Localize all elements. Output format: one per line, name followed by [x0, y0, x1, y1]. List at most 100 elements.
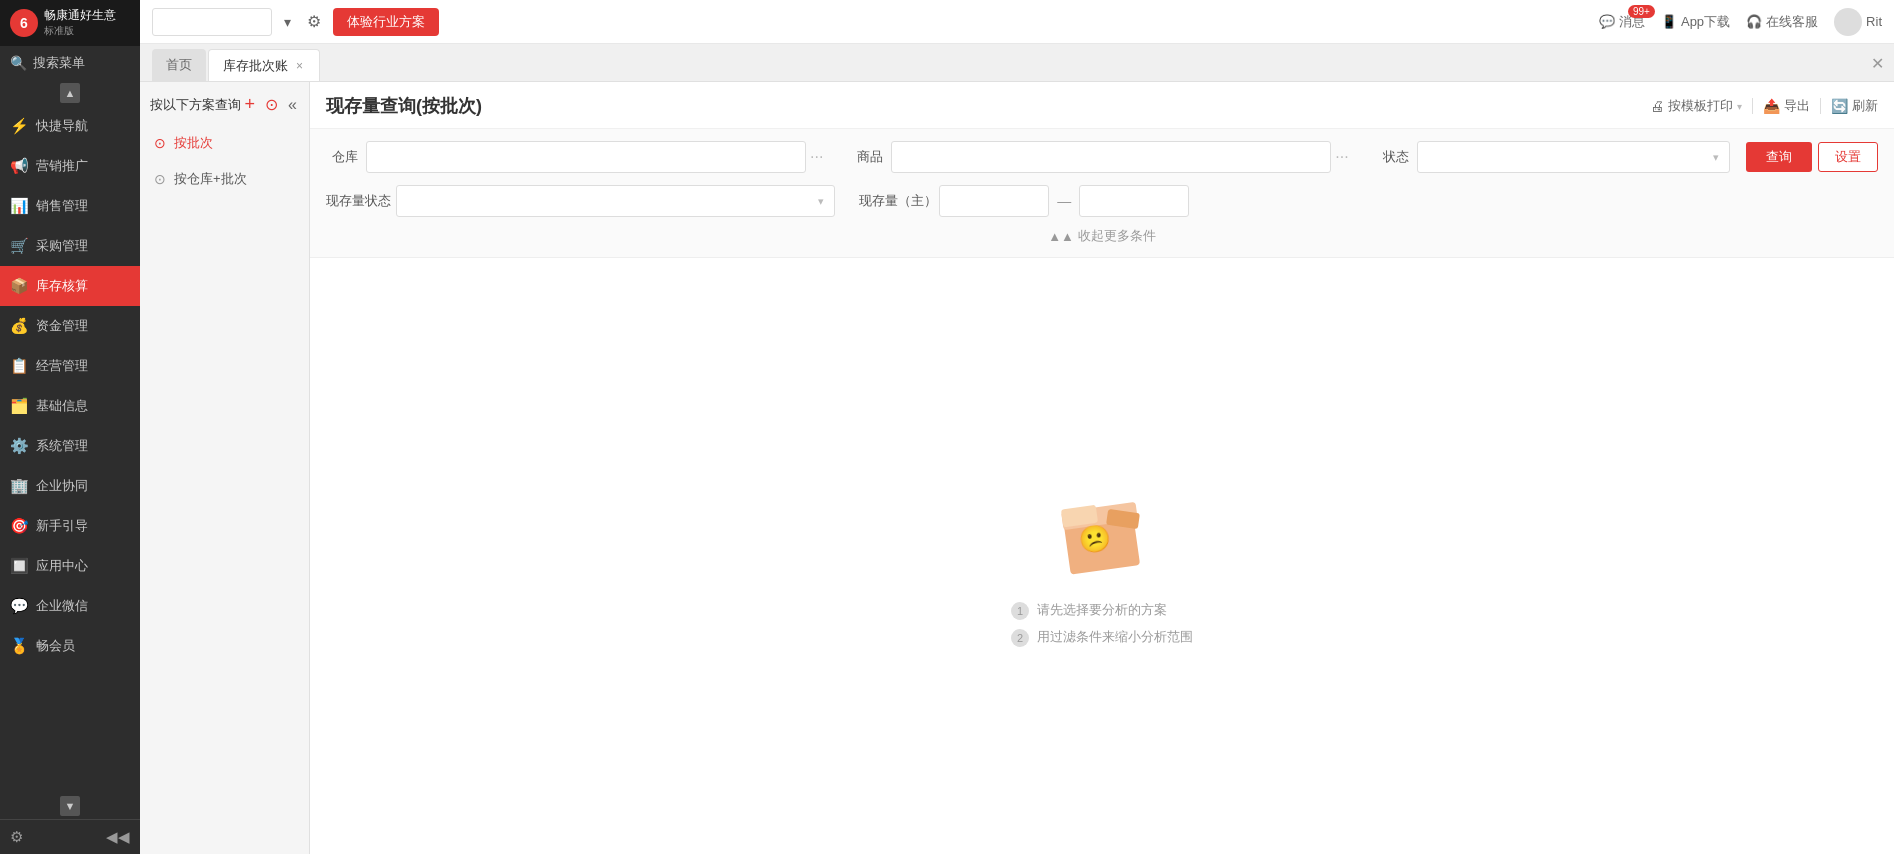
collapse-panel-btn[interactable]: « — [286, 94, 299, 116]
refresh-btn[interactable]: 🔄 刷新 — [1831, 97, 1878, 115]
app-title: 畅康通好生意 — [44, 8, 116, 24]
scheme-settings-btn[interactable]: ⊙ — [263, 93, 280, 116]
system-icon: ⚙️ — [10, 437, 28, 455]
left-panel-header: 按以下方案查询 + ⊙ « — [140, 82, 309, 125]
add-scheme-btn[interactable]: + — [243, 92, 258, 117]
warehouse-input[interactable] — [366, 141, 806, 173]
export-btn[interactable]: 📤 导出 — [1763, 97, 1810, 115]
sidebar: 6 畅康通好生意 标准版 🔍 搜索菜单 ▲ ⚡ 快捷导航 📢 营销推广 📊 销售… — [0, 0, 140, 854]
svg-text:😕: 😕 — [1077, 521, 1114, 557]
collapse-arrow-icon: ▲▲ — [1048, 229, 1074, 244]
headset-icon: 🎧 — [1746, 14, 1762, 29]
header-divider-1 — [1752, 98, 1753, 114]
sidebar-item-system[interactable]: ⚙️ 系统管理 — [0, 426, 140, 466]
scheme-item-by-warehouse-batch[interactable]: ⊙ 按仓库+批次 — [140, 161, 309, 197]
settings-btn[interactable]: 设置 — [1818, 142, 1878, 172]
qty-max-input[interactable] — [1079, 185, 1189, 217]
inventory-status-dropdown-icon: ▾ — [818, 195, 824, 208]
qty-min-input[interactable] — [939, 185, 1049, 217]
sidebar-item-label-wechat: 企业微信 — [36, 597, 88, 615]
empty-hints: 1 请先选择要分析的方案 2 用过滤条件来缩小分析范围 — [1011, 601, 1193, 647]
hint-text-1: 请先选择要分析的方案 — [1037, 601, 1167, 619]
newbie-icon: 🎯 — [10, 517, 28, 535]
filter-cell-inventory-qty: 现存量（主） — — [859, 185, 1368, 217]
finance-icon: 💰 — [10, 317, 28, 335]
sidebar-item-sales[interactable]: 📊 销售管理 — [0, 186, 140, 226]
sidebar-item-label-finance: 资金管理 — [36, 317, 88, 335]
filter-cell-product: 商品 ··· — [851, 141, 1352, 173]
sidebar-item-basic[interactable]: 🗂️ 基础信息 — [0, 386, 140, 426]
sidebar-item-marketing[interactable]: 📢 营销推广 — [0, 146, 140, 186]
tab-inventory-batch-label: 库存批次账 — [223, 57, 288, 75]
sidebar-item-label-basic: 基础信息 — [36, 397, 88, 415]
app-subtitle: 标准版 — [44, 24, 116, 38]
sidebar-item-operations[interactable]: 📋 经营管理 — [0, 346, 140, 386]
sidebar-footer: ⚙ ◀◀ — [0, 819, 140, 854]
status-select[interactable]: ▾ — [1417, 141, 1730, 173]
sidebar-item-purchase[interactable]: 🛒 采购管理 — [0, 226, 140, 266]
operations-icon: 📋 — [10, 357, 28, 375]
left-panel: 按以下方案查询 + ⊙ « ⊙ 按批次 ⊙ 按仓库+批次 — [140, 82, 310, 854]
marketing-icon: 📢 — [10, 157, 28, 175]
sidebar-search[interactable]: 🔍 搜索菜单 — [0, 46, 140, 80]
tabbar: 首页 库存批次账 × ✕ — [140, 44, 1894, 82]
product-more-btn[interactable]: ··· — [1331, 148, 1352, 166]
sidebar-item-shortcuts[interactable]: ⚡ 快捷导航 — [0, 106, 140, 146]
tab-home-label: 首页 — [166, 56, 192, 74]
print-dropdown-icon[interactable]: ▾ — [1737, 101, 1742, 112]
filter-row-2: 现存量状态 ▾ 现存量（主） — — [326, 185, 1878, 217]
sidebar-scroll-down[interactable]: ▼ — [60, 796, 80, 816]
status-label: 状态 — [1377, 148, 1417, 166]
sidebar-item-newbie[interactable]: 🎯 新手引导 — [0, 506, 140, 546]
tab-inventory-batch[interactable]: 库存批次账 × — [208, 49, 320, 81]
online-service-btn[interactable]: 🎧 在线客服 — [1746, 13, 1818, 31]
print-template-label: 按模板打印 — [1668, 97, 1733, 115]
by-batch-label: 按批次 — [174, 134, 213, 152]
sidebar-scroll-up[interactable]: ▲ — [60, 83, 80, 103]
left-panel-title: 按以下方案查询 — [150, 96, 241, 114]
topbar: ▾ ⚙ 体验行业方案 💬 消息 99+ 📱 App下载 🎧 在线客服 Rit — [140, 0, 1894, 44]
warehouse-label: 仓库 — [326, 148, 366, 166]
sidebar-item-label-sales: 销售管理 — [36, 197, 88, 215]
status-dropdown-icon: ▾ — [1713, 151, 1719, 164]
sidebar-item-wechat[interactable]: 💬 企业微信 — [0, 586, 140, 626]
query-btn[interactable]: 查询 — [1746, 142, 1812, 172]
experience-btn[interactable]: 体验行业方案 — [333, 8, 439, 36]
filter-row-1: 仓库 ··· 商品 ··· — [326, 141, 1878, 173]
tab-close-btn[interactable]: × — [294, 58, 305, 74]
left-panel-actions: + ⊙ « — [243, 92, 299, 117]
tabbar-close-btn[interactable]: ✕ — [1871, 53, 1884, 72]
inventory-status-label: 现存量状态 — [326, 192, 396, 210]
shortcuts-icon: ⚡ — [10, 117, 28, 135]
scheme-item-by-batch[interactable]: ⊙ 按批次 — [140, 125, 309, 161]
sidebar-item-finance[interactable]: 💰 资金管理 — [0, 306, 140, 346]
topbar-dropdown-btn[interactable]: ▾ — [280, 10, 295, 34]
sidebar-item-label-appstore: 应用中心 — [36, 557, 88, 575]
app-download-btn[interactable]: 📱 App下载 — [1661, 13, 1730, 31]
sidebar-item-inventory[interactable]: 📦 库存核算 — [0, 266, 140, 306]
footer-settings-icon[interactable]: ⚙ — [10, 828, 23, 846]
sidebar-item-enterprise[interactable]: 🏢 企业协同 — [0, 466, 140, 506]
hint-text-2: 用过滤条件来缩小分析范围 — [1037, 628, 1193, 646]
messages-badge: 99+ — [1628, 5, 1655, 18]
inventory-status-select[interactable]: ▾ — [396, 185, 835, 217]
empty-hint-1: 1 请先选择要分析的方案 — [1011, 601, 1193, 620]
member-icon: 🏅 — [10, 637, 28, 655]
sidebar-item-member[interactable]: 🏅 畅会员 — [0, 626, 140, 666]
collapse-filter-btn[interactable]: ▲▲ 收起更多条件 — [1048, 227, 1156, 245]
product-input[interactable] — [891, 141, 1331, 173]
sidebar-item-appstore[interactable]: 🔲 应用中心 — [0, 546, 140, 586]
warehouse-more-btn[interactable]: ··· — [806, 148, 827, 166]
sidebar-nav: ⚡ 快捷导航 📢 营销推广 📊 销售管理 🛒 采购管理 📦 库存核算 💰 资金管… — [0, 106, 140, 793]
user-avatar-btn[interactable]: Rit — [1834, 8, 1882, 36]
topbar-settings-btn[interactable]: ⚙ — [303, 8, 325, 35]
tab-home[interactable]: 首页 — [152, 49, 206, 81]
purchase-icon: 🛒 — [10, 237, 28, 255]
print-template-btn[interactable]: 🖨 按模板打印 ▾ — [1650, 97, 1742, 115]
sidebar-item-label-purchase: 采购管理 — [36, 237, 88, 255]
sidebar-item-label-newbie: 新手引导 — [36, 517, 88, 535]
inventory-status-select-wrapper: ▾ — [396, 185, 835, 217]
topbar-search-input[interactable] — [152, 8, 272, 36]
messages-btn[interactable]: 💬 消息 99+ — [1599, 13, 1645, 31]
footer-collapse-icon[interactable]: ◀◀ — [106, 828, 130, 846]
